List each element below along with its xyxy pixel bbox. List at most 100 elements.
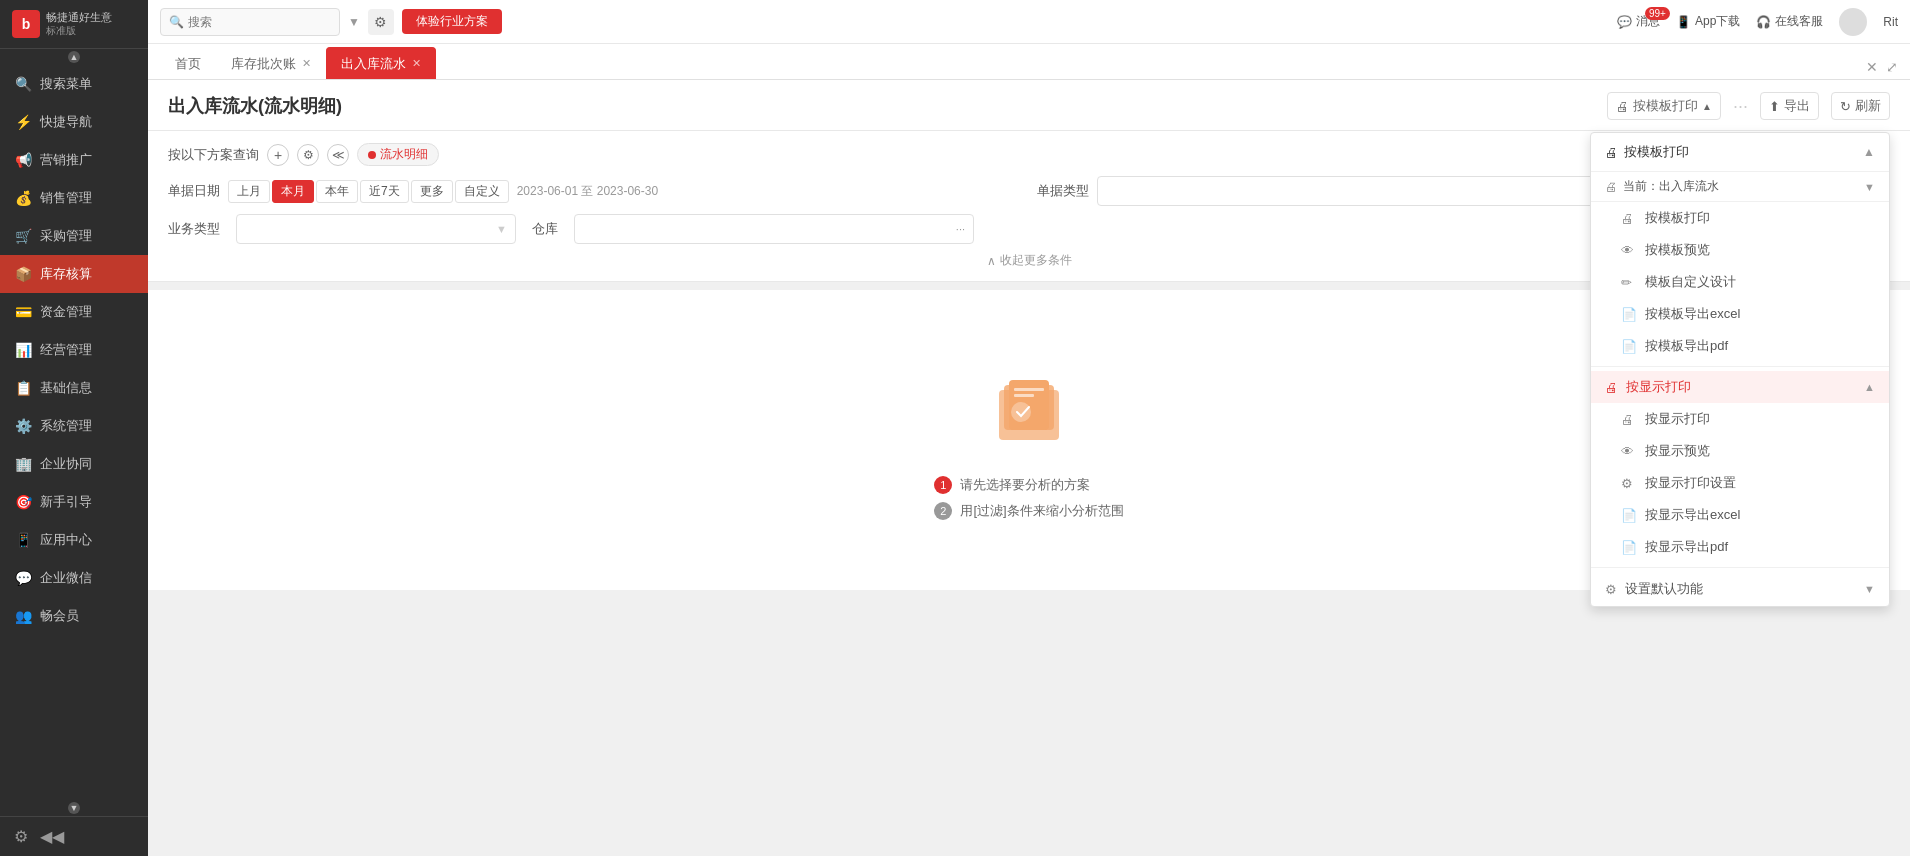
- dropdown-display-export-excel[interactable]: 📄 按显示导出excel: [1591, 499, 1889, 531]
- tab-flow[interactable]: 出入库流水 ✕: [326, 47, 436, 79]
- mobile-download-icon: 📱: [1676, 15, 1691, 29]
- sidebar-item-enterprise[interactable]: 🏢 企业协同: [0, 445, 148, 483]
- dropdown-template-print[interactable]: 🖨 按模板打印: [1591, 202, 1889, 234]
- tab-home[interactable]: 首页: [160, 47, 216, 79]
- sidebar-item-sales[interactable]: 💰 销售管理: [0, 179, 148, 217]
- megaphone-icon: 📢: [14, 151, 32, 169]
- page-header-actions: 🖨 按模板打印 ▲ ··· ⬆ 导出 ↻ 刷新 🖨: [1607, 92, 1890, 130]
- message-icon: 💬: [1617, 15, 1632, 29]
- sidebar-item-app-center[interactable]: 📱 应用中心: [0, 521, 148, 559]
- date-btn-last-month[interactable]: 上月: [228, 180, 270, 203]
- collapse-sidebar-icon[interactable]: ◀◀: [40, 827, 64, 846]
- filter-collapse-button[interactable]: ≪: [327, 144, 349, 166]
- collapse-more-button[interactable]: ∧ 收起更多条件: [987, 252, 1072, 269]
- display-preview-icon: 👁: [1621, 444, 1637, 459]
- dropdown-set-default[interactable]: ⚙ 设置默认功能 ▼: [1591, 572, 1889, 606]
- target-icon: 🎯: [14, 493, 32, 511]
- sidebar-item-member[interactable]: 👥 畅会员: [0, 597, 148, 635]
- dropdown-display-print-settings[interactable]: ⚙ 按显示打印设置: [1591, 467, 1889, 499]
- scroll-down[interactable]: ▼: [0, 800, 148, 816]
- message-button[interactable]: 💬 消息 99+: [1617, 13, 1660, 30]
- filter-label: 按以下方案查询: [168, 146, 259, 164]
- template-print-button[interactable]: 🖨 按模板打印 ▲: [1607, 92, 1721, 120]
- sidebar-item-operations[interactable]: 📊 经营管理: [0, 331, 148, 369]
- sidebar-item-newbie[interactable]: 🎯 新手引导: [0, 483, 148, 521]
- search-box[interactable]: 🔍: [160, 8, 340, 36]
- sidebar-item-system[interactable]: ⚙️ 系统管理: [0, 407, 148, 445]
- search-input[interactable]: [188, 15, 308, 29]
- dropdown-display-print[interactable]: 🖨 按显示打印: [1591, 403, 1889, 435]
- svg-rect-4: [1014, 394, 1034, 397]
- topbar-settings-icon[interactable]: ⚙: [368, 9, 394, 35]
- step-2-number: 2: [934, 502, 952, 520]
- actions-divider: ···: [1733, 96, 1748, 117]
- export-button[interactable]: ⬆ 导出: [1760, 92, 1819, 120]
- pdf-icon: 📄: [1621, 339, 1637, 354]
- tab-flow-close[interactable]: ✕: [412, 57, 421, 70]
- sidebar-item-marketing[interactable]: 📢 营销推广: [0, 141, 148, 179]
- sidebar-item-inventory[interactable]: 📦 库存核算: [0, 255, 148, 293]
- settings-bottom-icon[interactable]: ⚙: [14, 827, 28, 846]
- display-settings-icon: ⚙: [1621, 476, 1637, 491]
- box-icon: 📦: [14, 265, 32, 283]
- tab-batch-account-close[interactable]: ✕: [302, 57, 311, 70]
- dropdown-current-row: 🖨 当前：出入库流水 ▼: [1591, 172, 1889, 202]
- sidebar-item-quick-nav[interactable]: ⚡ 快捷导航: [0, 103, 148, 141]
- filter-settings-button[interactable]: ⚙: [297, 144, 319, 166]
- dropdown-display-print-header[interactable]: 🖨 按显示打印 ▲: [1591, 371, 1889, 403]
- business-type-select[interactable]: ▼: [236, 214, 516, 244]
- date-btn-7days[interactable]: 近7天: [360, 180, 409, 203]
- dropdown-printer-icon: 🖨: [1605, 145, 1618, 160]
- sidebar-nav: 🔍 搜索菜单 ⚡ 快捷导航 📢 营销推广 💰 销售管理 🛒 采购管理 📦 库存核…: [0, 65, 148, 800]
- warehouse-select[interactable]: ···: [574, 214, 974, 244]
- tab-close-all-icon[interactable]: ✕: [1866, 59, 1878, 75]
- sidebar-item-search[interactable]: 🔍 搜索菜单: [0, 65, 148, 103]
- filter-tag[interactable]: 流水明细: [357, 143, 439, 166]
- template-print-section: 🖨 按模板打印 👁 按模板预览 ✏ 模板自定义设计 📄: [1591, 202, 1889, 362]
- dropdown-collapse-icon[interactable]: ▲: [1863, 145, 1875, 159]
- date-btn-this-month[interactable]: 本月: [272, 180, 314, 203]
- sidebar-item-wechat[interactable]: 💬 企业微信: [0, 559, 148, 597]
- refresh-button[interactable]: ↻ 刷新: [1831, 92, 1890, 120]
- dropdown-divider-2: [1591, 567, 1889, 568]
- wechat-icon: 💬: [14, 569, 32, 587]
- dropdown-divider-1: [1591, 366, 1889, 367]
- warehouse-more-icon: ···: [956, 223, 965, 235]
- dropdown-template-preview[interactable]: 👁 按模板预览: [1591, 234, 1889, 266]
- sidebar-item-basic[interactable]: 📋 基础信息: [0, 369, 148, 407]
- app-download-button[interactable]: 📱 App下载: [1676, 13, 1740, 30]
- dropdown-template-custom[interactable]: ✏ 模板自定义设计: [1591, 266, 1889, 298]
- svg-rect-3: [1014, 388, 1044, 391]
- tab-batch-account[interactable]: 库存批次账 ✕: [216, 47, 326, 79]
- filter-add-button[interactable]: +: [267, 144, 289, 166]
- sidebar-item-purchase[interactable]: 🛒 采购管理: [0, 217, 148, 255]
- chart-icon: 📊: [14, 341, 32, 359]
- scroll-up[interactable]: ▲: [0, 49, 148, 65]
- tab-expand-icon[interactable]: ⤢: [1886, 59, 1898, 75]
- display-print-collapse-icon[interactable]: ▲: [1864, 381, 1875, 393]
- current-dropdown-arrow[interactable]: ▼: [1864, 181, 1875, 193]
- user-avatar[interactable]: [1839, 8, 1867, 36]
- cart-icon: 🛒: [14, 227, 32, 245]
- date-btn-custom[interactable]: 自定义: [455, 180, 509, 203]
- mobile-icon: 📱: [14, 531, 32, 549]
- online-service-button[interactable]: 🎧 在线客服: [1756, 13, 1823, 30]
- dropdown-display-export-pdf[interactable]: 📄 按显示导出pdf: [1591, 531, 1889, 563]
- filter-date-range: 2023-06-01 至 2023-06-30: [517, 183, 658, 200]
- preview-icon: 👁: [1621, 243, 1637, 258]
- users-icon: 👥: [14, 607, 32, 625]
- dropdown-template-export-pdf[interactable]: 📄 按模板导出pdf: [1591, 330, 1889, 362]
- search-dropdown-icon[interactable]: ▼: [348, 15, 360, 29]
- dropdown-display-preview[interactable]: 👁 按显示预览: [1591, 435, 1889, 467]
- display-print-icon: 🖨: [1621, 412, 1637, 427]
- date-btn-more[interactable]: 更多: [411, 180, 453, 203]
- business-type-dropdown-icon: ▼: [496, 223, 507, 235]
- dropdown-template-export-excel[interactable]: 📄 按模板导出excel: [1591, 298, 1889, 330]
- date-btn-this-year[interactable]: 本年: [316, 180, 358, 203]
- trial-button[interactable]: 体验行业方案: [402, 9, 502, 34]
- search-icon-topbar: 🔍: [169, 15, 184, 29]
- sidebar-item-finance[interactable]: 💳 资金管理: [0, 293, 148, 331]
- username-label[interactable]: Rit: [1883, 15, 1898, 29]
- display-print-header-icon: 🖨: [1605, 380, 1618, 395]
- print-icon: 🖨: [1621, 211, 1637, 226]
